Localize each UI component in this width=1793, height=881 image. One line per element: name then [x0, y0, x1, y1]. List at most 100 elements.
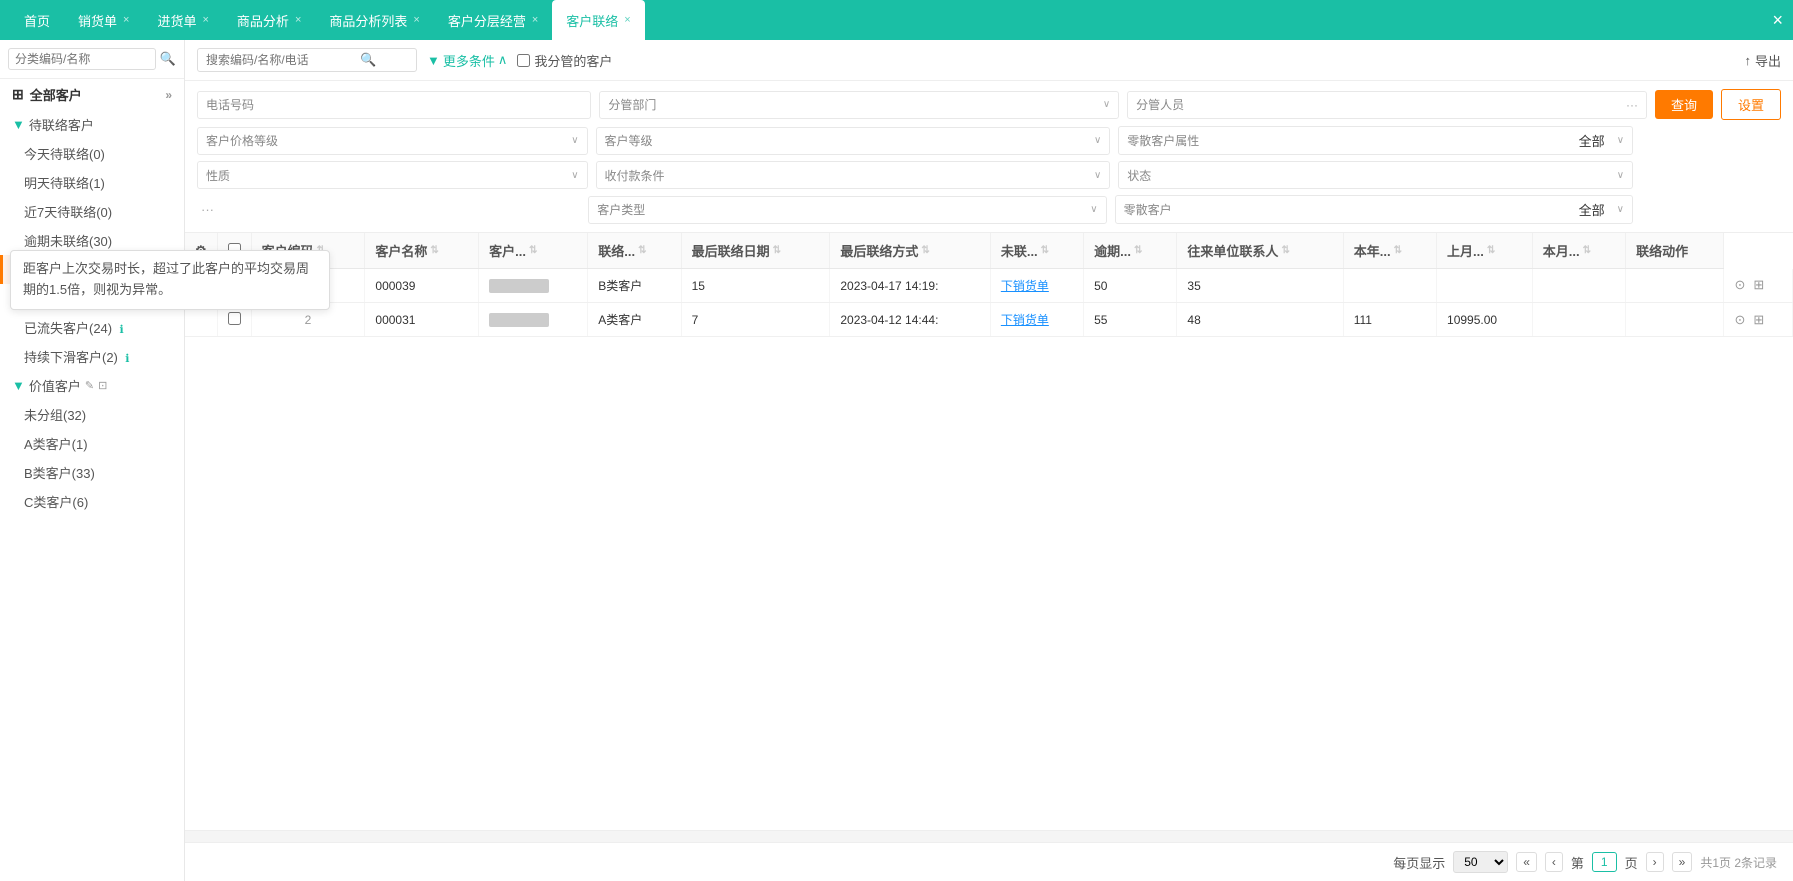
sidebar-item-declining[interactable]: 持续下滑客户(2) ℹ [0, 342, 184, 371]
payment-arrow-icon: ∨ [1094, 170, 1101, 181]
search-button-icon[interactable]: 🔍 [360, 52, 376, 68]
retail-customer-field[interactable]: 零散客户 全部 ∨ [1115, 195, 1633, 224]
customer-type-arrow-icon: ∨ [1090, 204, 1097, 215]
payment-field[interactable]: 收付款条件 ∨ [596, 161, 1111, 189]
this-month-sort-icon: ⇅ [1583, 245, 1591, 256]
more-conditions-arrow-icon: ∧ [498, 52, 508, 68]
sidebar-search-icon[interactable]: 🔍 [160, 51, 176, 67]
row-checkbox[interactable] [228, 312, 241, 325]
type-sort-icon: ⇅ [529, 245, 537, 256]
per-page-select[interactable]: 50 100 200 [1453, 851, 1508, 873]
nav-customer-contact[interactable]: 客户联络 × [552, 0, 644, 40]
current-page-num[interactable]: 1 [1592, 852, 1617, 872]
contact-col-header[interactable]: 联络... ⇅ [588, 233, 681, 269]
sidebar-item-b-class[interactable]: B类客户(33) [0, 458, 184, 487]
close-product-analysis-list-icon[interactable]: × [413, 14, 419, 26]
collapse-icon: » [165, 88, 172, 102]
search-input[interactable] [206, 53, 356, 67]
top-nav: 首页 销货单 × 进货单 × 商品分析 × 商品分析列表 × 客户分层经营 × … [0, 0, 1793, 40]
setting-button[interactable]: 设置 [1721, 89, 1781, 120]
last-method-col-header[interactable]: 最后联络方式 ⇅ [830, 233, 990, 269]
gender-field[interactable]: 性质 ∨ [197, 161, 588, 189]
row-type-cell: B类客户 [588, 269, 681, 303]
last-month-col-header[interactable]: 上月... ⇅ [1437, 233, 1533, 269]
sidebar-item-today-pending[interactable]: 今天待联络(0) [0, 139, 184, 168]
per-page-label: 每页显示 [1393, 853, 1445, 872]
nav-home[interactable]: 首页 [10, 0, 64, 40]
sidebar-item-churned[interactable]: 已流失客户(24) ℹ [0, 313, 184, 342]
name-col-header[interactable]: 客户名称 ⇅ [365, 233, 479, 269]
last-date-col-header[interactable]: 最后联络日期 ⇅ [681, 233, 830, 269]
filter-icon: ▼ [427, 53, 440, 68]
row-type-cell: A类客户 [588, 303, 681, 337]
value-edit-icon[interactable]: ✎ [85, 379, 94, 392]
contact2-col-header[interactable]: 往来单位联系人 ⇅ [1177, 233, 1343, 269]
content-area: 🔍 ▼ 更多条件 ∧ 我分管的客户 ↑ 导出 电话号码 [185, 40, 1793, 881]
close-customer-contact-icon[interactable]: × [624, 14, 630, 26]
div-dept-field[interactable]: 分管部门 ∨ [599, 91, 1119, 119]
filter-row-1: 电话号码 分管部门 ∨ 分管人员 ··· 查询 设置 [197, 89, 1781, 120]
nav-customer-tier[interactable]: 客户分层经营 × [434, 0, 552, 40]
link-action-icon[interactable]: ⊙ [1734, 277, 1745, 293]
nav-product-analysis-list[interactable]: 商品分析列表 × [315, 0, 433, 40]
this-month-col-header[interactable]: 本月... ⇅ [1532, 233, 1625, 269]
row-this-year-cell [1437, 269, 1533, 303]
uncontacted-col-header[interactable]: 未联... ⇅ [990, 233, 1083, 269]
row-this-year-cell: 10995.00 [1437, 303, 1533, 337]
row-last-method-cell[interactable]: 下销货单 [990, 269, 1083, 303]
bottom-scrollbar[interactable] [185, 830, 1793, 842]
query-button[interactable]: 查询 [1655, 90, 1713, 119]
sidebar-group-pending[interactable]: ▼ 待联络客户 [0, 110, 184, 139]
close-purchase-order-icon[interactable]: × [202, 14, 208, 26]
next-page-button[interactable]: › [1646, 852, 1664, 872]
grid-action-icon[interactable]: ⊞ [1753, 312, 1764, 328]
table-row: 1 000039 B类客户 15 2023-04-17 14:19: 下销货单 … [185, 269, 1793, 303]
customer-grade-field[interactable]: 客户等级 ∨ [596, 127, 1111, 155]
last-page-button[interactable]: » [1672, 852, 1693, 872]
row-uncontacted-cell: 55 [1084, 303, 1177, 337]
retail-attr-field[interactable]: 零散客户属性 全部 ∨ [1118, 126, 1633, 155]
table-row: 2 000031 A类客户 7 2023-04-12 14:44: 下销货单 5… [185, 303, 1793, 337]
this-year-col-header[interactable]: 本年... ⇅ [1343, 233, 1436, 269]
status-field[interactable]: 状态 ∨ [1118, 161, 1633, 189]
link-action-icon[interactable]: ⊙ [1734, 312, 1745, 328]
prev-page-button[interactable]: ‹ [1545, 852, 1563, 872]
filter-bar: 🔍 ▼ 更多条件 ∧ 我分管的客户 ↑ 导出 [185, 40, 1793, 81]
nav-product-analysis[interactable]: 商品分析 × [223, 0, 315, 40]
price-grade-arrow-icon: ∨ [571, 135, 578, 146]
sidebar-item-c-class[interactable]: C类客户(6) [0, 487, 184, 516]
row-last-method-cell[interactable]: 下销货单 [990, 303, 1083, 337]
sidebar-item-tomorrow-pending[interactable]: 明天待联络(1) [0, 168, 184, 197]
window-close-button[interactable]: × [1772, 10, 1783, 31]
row-code-cell: 000039 [365, 269, 479, 303]
row-last-date-cell: 2023-04-17 14:19: [830, 269, 990, 303]
sidebar-item-ungrouped[interactable]: 未分组(32) [0, 400, 184, 429]
sidebar-search-input[interactable] [8, 48, 156, 70]
sidebar-item-week-pending[interactable]: 近7天待联络(0) [0, 197, 184, 226]
sidebar-group-value[interactable]: ▼ 价值客户 ✎ ⊡ [0, 371, 184, 400]
phone-field[interactable]: 电话号码 [197, 91, 591, 119]
contact2-sort-icon: ⇅ [1281, 245, 1289, 256]
overdue-col-header[interactable]: 逾期... ⇅ [1084, 233, 1177, 269]
value-settings-icon[interactable]: ⊡ [98, 379, 107, 392]
my-customer-checkbox[interactable] [517, 54, 530, 67]
close-sales-order-icon[interactable]: × [123, 14, 129, 26]
export-button[interactable]: ↑ 导出 [1744, 51, 1781, 70]
price-grade-field[interactable]: 客户价格等级 ∨ [197, 127, 588, 155]
div-person-field[interactable]: 分管人员 ··· [1127, 91, 1647, 119]
action-col-header: 联络动作 [1626, 233, 1724, 269]
nav-purchase-order[interactable]: 进货单 × [143, 0, 222, 40]
row-contact2-cell: 111 [1343, 303, 1436, 337]
nav-sales-order[interactable]: 销货单 × [64, 0, 143, 40]
filter-more-button[interactable]: ▼ 更多条件 ∧ [427, 51, 507, 70]
close-customer-tier-icon[interactable]: × [532, 14, 538, 26]
close-product-analysis-icon[interactable]: × [295, 14, 301, 26]
pagination-bar: 每页显示 50 100 200 « ‹ 第 1 页 › » 共1页 2条记录 [185, 842, 1793, 881]
type-col-header[interactable]: 客户... ⇅ [479, 233, 588, 269]
sidebar-item-a-class[interactable]: A类客户(1) [0, 429, 184, 458]
sidebar-all-customers[interactable]: ⊞ 全部客户 » [0, 79, 184, 110]
customer-type-field[interactable]: 客户类型 ∨ [588, 196, 1106, 224]
grid-action-icon[interactable]: ⊞ [1753, 277, 1764, 293]
status-arrow-icon: ∨ [1617, 170, 1624, 181]
first-page-button[interactable]: « [1516, 852, 1537, 872]
